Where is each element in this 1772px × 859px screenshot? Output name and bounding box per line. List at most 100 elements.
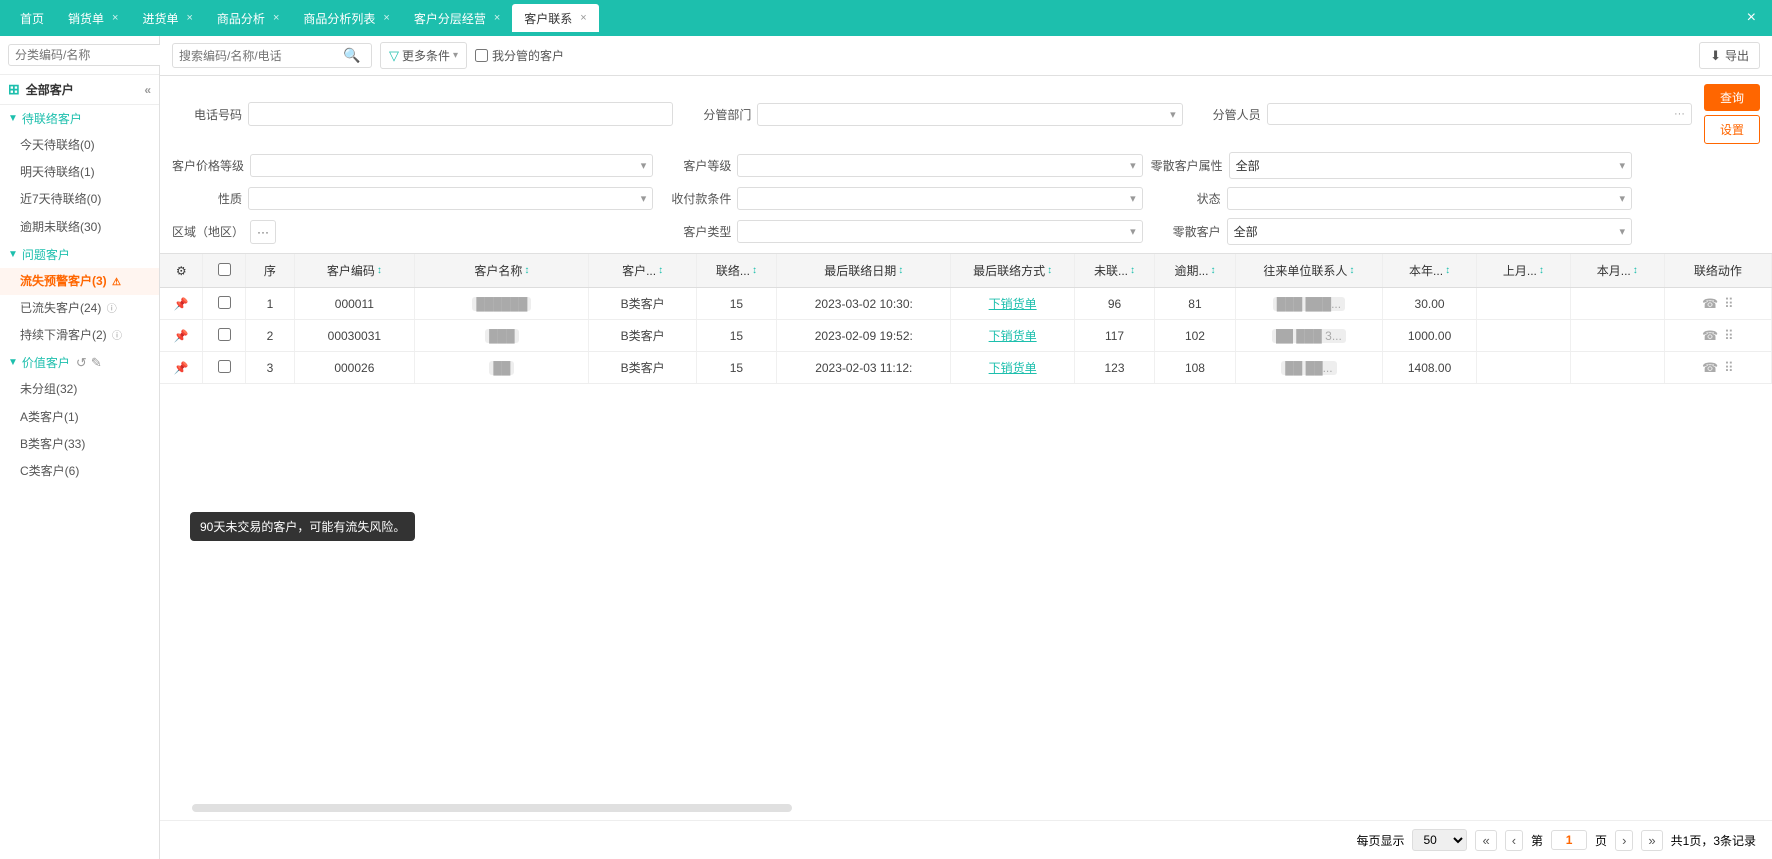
- sort-icon[interactable]: ↕: [658, 265, 663, 276]
- row-contacts: ███ ███...: [1235, 288, 1382, 320]
- tab-product-analysis[interactable]: 商品分析 ×: [205, 4, 291, 32]
- th-check[interactable]: [203, 254, 246, 288]
- filter-dept-select[interactable]: ▾: [757, 103, 1182, 126]
- refresh-icon[interactable]: ↺: [76, 355, 87, 371]
- caret-icon: ▾: [1130, 159, 1136, 172]
- toolbar-search-input[interactable]: [179, 49, 339, 63]
- toolbar-search-icon[interactable]: 🔍: [343, 47, 360, 64]
- filter-customer-type-select[interactable]: ▾: [737, 220, 1142, 243]
- contact-icon[interactable]: ☎: [1702, 328, 1718, 344]
- filter-status-select[interactable]: ▾: [1227, 187, 1632, 210]
- sort-icon[interactable]: ↕: [377, 265, 382, 276]
- per-page-select[interactable]: 50 20 100: [1412, 829, 1467, 851]
- sidebar-item-a-class[interactable]: A类客户(1): [0, 404, 159, 431]
- contact-icon[interactable]: ☎: [1702, 296, 1718, 312]
- more-icon[interactable]: ⠿: [1724, 328, 1734, 344]
- sort-icon[interactable]: ↕: [1539, 265, 1544, 276]
- sort-icon[interactable]: ↕: [1047, 265, 1052, 276]
- tab-close-icon[interactable]: ×: [383, 12, 389, 24]
- contact-icon[interactable]: ☎: [1702, 360, 1718, 376]
- tab-product-analysis-list[interactable]: 商品分析列表 ×: [291, 4, 401, 32]
- tab-close-icon[interactable]: ×: [494, 12, 500, 24]
- settings-icon[interactable]: ⚙: [176, 264, 187, 278]
- row-check[interactable]: [203, 288, 246, 320]
- sort-icon[interactable]: ↕: [1210, 265, 1215, 276]
- filter-phone-input[interactable]: [248, 102, 673, 126]
- sidebar-item-c-class[interactable]: C类客户(6): [0, 458, 159, 485]
- sidebar-item-b-class[interactable]: B类客户(33): [0, 431, 159, 458]
- sort-icon[interactable]: ↕: [524, 265, 529, 276]
- row-pin[interactable]: 📌: [160, 288, 203, 320]
- more-icon[interactable]: ⠿: [1724, 360, 1734, 376]
- filter-retail-customer-select[interactable]: 全部 ▾: [1227, 218, 1632, 245]
- row-way[interactable]: 下销货单: [951, 288, 1074, 320]
- sidebar-item-declining[interactable]: 持续下滑客户(2) ⓘ: [0, 322, 159, 349]
- toolbar-search-box[interactable]: 🔍: [172, 43, 372, 68]
- tab-customer-tier[interactable]: 客户分层经营 ×: [402, 4, 512, 32]
- info-icon: ⓘ: [107, 304, 117, 315]
- filter-manager-select[interactable]: ···: [1267, 103, 1692, 125]
- row-pin[interactable]: 📌: [160, 320, 203, 352]
- row-check[interactable]: [203, 352, 246, 384]
- tab-close-icon[interactable]: ×: [580, 12, 586, 24]
- tab-customer-contact[interactable]: 客户联系 ×: [512, 4, 598, 32]
- sidebar-all-customers[interactable]: ⊞ 全部客户 «: [0, 75, 159, 105]
- sidebar-item-overdue[interactable]: 逾期未联络(30): [0, 214, 159, 241]
- more-icon[interactable]: ⠿: [1724, 296, 1734, 312]
- tab-sales-order[interactable]: 销货单 ×: [56, 4, 130, 32]
- filter-nature-select[interactable]: ▾: [248, 187, 653, 210]
- row-checkbox[interactable]: [218, 296, 231, 309]
- more-conditions-button[interactable]: ▽ 更多条件 ▾: [380, 42, 467, 69]
- sidebar-group-problem[interactable]: ▼ 问题客户: [0, 241, 159, 268]
- row-way[interactable]: 下销货单: [951, 352, 1074, 384]
- scrollbar-area: [160, 796, 1772, 820]
- filter-region-ellipsis[interactable]: ···: [250, 220, 276, 244]
- my-customers-checkbox-label[interactable]: 我分管的客户: [475, 47, 564, 64]
- tab-close-icon[interactable]: ×: [273, 12, 279, 24]
- th-contact: 联络... ↕: [696, 254, 776, 288]
- caret-icon: ▾: [1130, 192, 1136, 205]
- row-way[interactable]: 下销货单: [951, 320, 1074, 352]
- sidebar-item-today[interactable]: 今天待联络(0): [0, 132, 159, 159]
- sort-icon[interactable]: ↕: [1633, 265, 1638, 276]
- sidebar-item-7days[interactable]: 近7天待联络(0): [0, 186, 159, 213]
- query-button[interactable]: 查询: [1704, 84, 1760, 111]
- row-checkbox[interactable]: [218, 360, 231, 373]
- collapse-icon[interactable]: «: [144, 83, 151, 97]
- edit-icon[interactable]: ✎: [91, 355, 102, 371]
- sort-icon[interactable]: ↕: [1349, 265, 1354, 276]
- page-input[interactable]: [1551, 830, 1587, 850]
- my-customers-checkbox[interactable]: [475, 49, 488, 62]
- filter-retail-attr-select[interactable]: 全部 ▾: [1229, 152, 1632, 179]
- first-page-button[interactable]: «: [1475, 830, 1496, 851]
- select-all-checkbox[interactable]: [218, 263, 231, 276]
- sidebar-search-input[interactable]: [8, 44, 177, 66]
- sort-icon[interactable]: ↕: [898, 265, 903, 276]
- sort-icon[interactable]: ↕: [1445, 265, 1450, 276]
- settings-button[interactable]: 设置: [1704, 115, 1760, 144]
- sidebar-item-ungrouped[interactable]: 未分组(32): [0, 376, 159, 403]
- sidebar-group-value[interactable]: ▼ 价值客户 ↺ ✎: [0, 349, 159, 376]
- sidebar-item-churned[interactable]: 已流失客户(24) ⓘ: [0, 295, 159, 322]
- filter-price-tier-select[interactable]: ▾: [250, 154, 653, 177]
- filter-payment-select[interactable]: ▾: [737, 187, 1142, 210]
- tab-close-icon[interactable]: ×: [186, 12, 192, 24]
- row-checkbox[interactable]: [218, 328, 231, 341]
- tab-purchase-order[interactable]: 进货单 ×: [130, 4, 204, 32]
- filter-customer-level-select[interactable]: ▾: [737, 154, 1142, 177]
- next-page-button[interactable]: ›: [1615, 830, 1633, 851]
- sort-icon[interactable]: ↕: [1130, 265, 1135, 276]
- tab-close-icon[interactable]: ×: [112, 12, 118, 24]
- prev-page-button[interactable]: ‹: [1505, 830, 1523, 851]
- sort-icon[interactable]: ↕: [752, 265, 757, 276]
- window-close-button[interactable]: ×: [1739, 9, 1764, 27]
- tab-home[interactable]: 首页: [8, 4, 56, 32]
- row-check[interactable]: [203, 320, 246, 352]
- last-page-button[interactable]: »: [1641, 830, 1662, 851]
- sidebar-item-tomorrow[interactable]: 明天待联络(1): [0, 159, 159, 186]
- horizontal-scrollbar[interactable]: [192, 804, 792, 812]
- row-pin[interactable]: 📌: [160, 352, 203, 384]
- sidebar-group-pending[interactable]: ▼ 待联络客户: [0, 105, 159, 132]
- export-button[interactable]: ⬇ 导出: [1699, 42, 1760, 69]
- sidebar-item-churn-warning[interactable]: 流失预警客户(3) ⚠: [0, 268, 159, 295]
